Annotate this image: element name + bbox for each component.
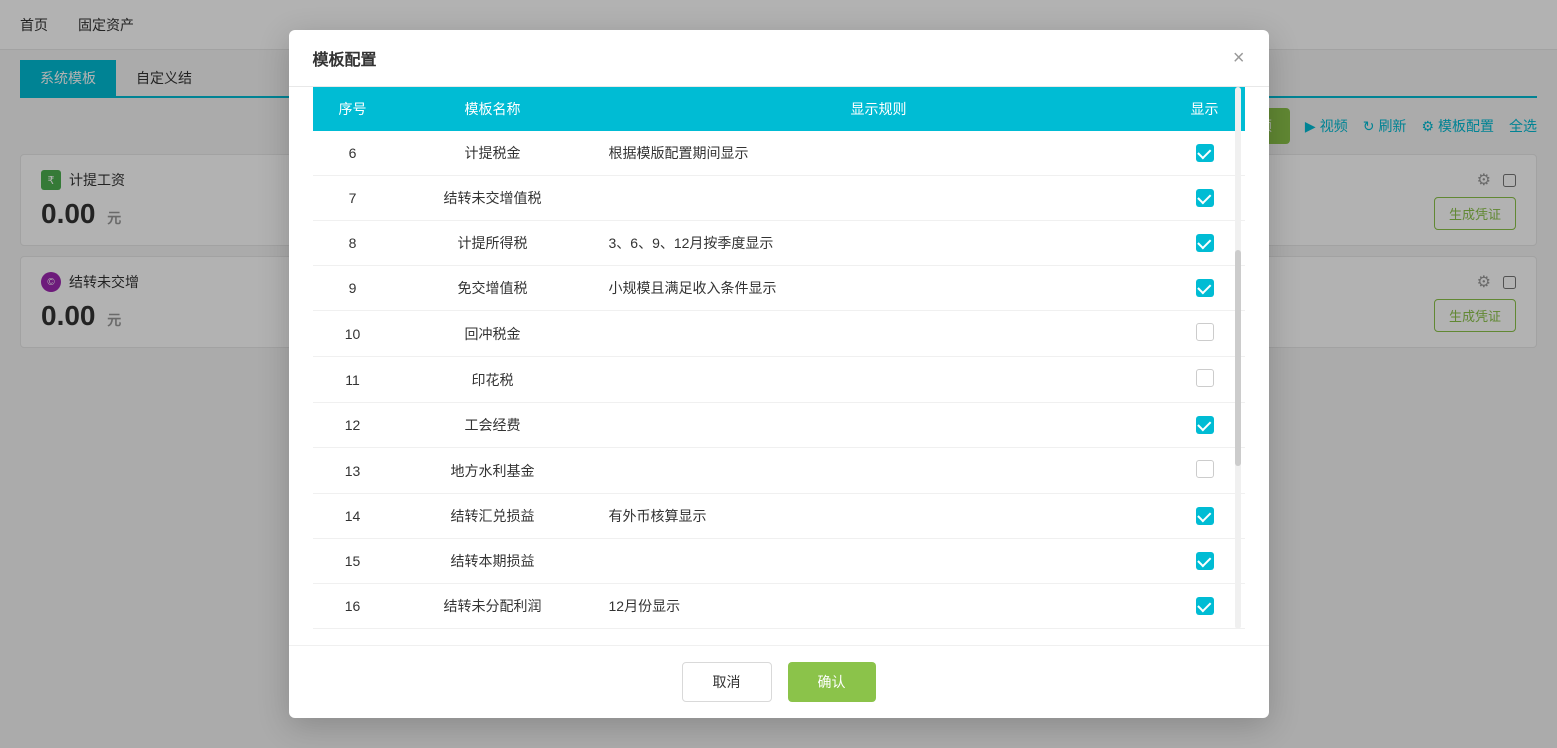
row-name: 回冲税金 [393,311,593,357]
modal-header: 模板配置 × [289,30,1269,87]
row-name: 地方水利基金 [393,448,593,494]
table-row: 15结转本期损益 [313,539,1245,584]
table-header: 序号 模板名称 显示规则 显示 [313,87,1245,131]
checkbox-checked-8[interactable] [1196,234,1214,252]
row-id: 11 [313,357,393,403]
row-name: 结转汇兑损益 [393,494,593,539]
table-row: 7结转未交增值税 [313,176,1245,221]
row-id: 7 [313,176,393,221]
row-id: 13 [313,448,393,494]
row-name: 结转未分配利润 [393,584,593,629]
row-name: 免交增值税 [393,266,593,311]
row-id: 14 [313,494,393,539]
table-body: 6计提税金根据模版配置期间显示7结转未交增值税8计提所得税3、6、9、12月按季… [313,131,1245,629]
row-rule: 根据模版配置期间显示 [593,131,1165,176]
table-row: 9免交增值税小规模且满足收入条件显示 [313,266,1245,311]
row-id: 12 [313,403,393,448]
row-checkbox-cell[interactable] [1165,311,1245,357]
modal-title: 模板配置 [313,46,377,70]
scrollbar-track[interactable] [1235,87,1241,629]
row-id: 10 [313,311,393,357]
row-name: 计提税金 [393,131,593,176]
col-id: 序号 [313,87,393,131]
row-checkbox-cell[interactable] [1165,357,1245,403]
table-row: 14结转汇兑损益有外币核算显示 [313,494,1245,539]
row-rule: 12月份显示 [593,584,1165,629]
row-rule [593,311,1165,357]
confirm-button[interactable]: 确认 [788,662,876,702]
row-rule [593,539,1165,584]
row-name: 结转本期损益 [393,539,593,584]
row-checkbox-cell[interactable] [1165,539,1245,584]
row-rule: 有外币核算显示 [593,494,1165,539]
checkbox-unchecked-10[interactable] [1196,323,1214,341]
cancel-button[interactable]: 取消 [682,662,772,702]
modal-body[interactable]: 序号 模板名称 显示规则 显示 6计提税金根据模版配置期间显示7结转未交增值税8… [289,87,1269,645]
row-id: 15 [313,539,393,584]
row-checkbox-cell[interactable] [1165,494,1245,539]
row-name: 工会经费 [393,403,593,448]
checkbox-checked-6[interactable] [1196,144,1214,162]
checkbox-checked-15[interactable] [1196,552,1214,570]
modal-template-config: 模板配置 × 序号 模板名称 显示规则 显示 6计提税金根据模版配置期间显示7结… [289,30,1269,718]
row-checkbox-cell[interactable] [1165,448,1245,494]
table-row: 6计提税金根据模版配置期间显示 [313,131,1245,176]
row-checkbox-cell[interactable] [1165,403,1245,448]
row-rule [593,403,1165,448]
row-name: 印花税 [393,357,593,403]
close-button[interactable]: × [1233,48,1245,68]
row-id: 6 [313,131,393,176]
checkbox-checked-14[interactable] [1196,507,1214,525]
scrollbar-thumb[interactable] [1235,250,1241,467]
row-id: 8 [313,221,393,266]
row-checkbox-cell[interactable] [1165,221,1245,266]
row-rule [593,357,1165,403]
row-name: 计提所得税 [393,221,593,266]
col-name: 模板名称 [393,87,593,131]
table-row: 8计提所得税3、6、9、12月按季度显示 [313,221,1245,266]
checkbox-checked-12[interactable] [1196,416,1214,434]
table-row: 13地方水利基金 [313,448,1245,494]
checkbox-unchecked-11[interactable] [1196,369,1214,387]
row-rule [593,176,1165,221]
col-rule: 显示规则 [593,87,1165,131]
row-id: 9 [313,266,393,311]
table-row: 16结转未分配利润12月份显示 [313,584,1245,629]
modal-overlay: 模板配置 × 序号 模板名称 显示规则 显示 6计提税金根据模版配置期间显示7结… [0,0,1557,748]
col-display: 显示 [1165,87,1245,131]
row-rule: 3、6、9、12月按季度显示 [593,221,1165,266]
table-row: 10回冲税金 [313,311,1245,357]
checkbox-unchecked-13[interactable] [1196,460,1214,478]
row-id: 16 [313,584,393,629]
config-table: 序号 模板名称 显示规则 显示 6计提税金根据模版配置期间显示7结转未交增值税8… [313,87,1245,629]
table-row: 11印花税 [313,357,1245,403]
row-rule: 小规模且满足收入条件显示 [593,266,1165,311]
table-row: 12工会经费 [313,403,1245,448]
modal-footer: 取消 确认 [289,645,1269,718]
modal-body-inner: 序号 模板名称 显示规则 显示 6计提税金根据模版配置期间显示7结转未交增值税8… [313,87,1245,629]
row-checkbox-cell[interactable] [1165,176,1245,221]
checkbox-checked-9[interactable] [1196,279,1214,297]
checkbox-checked-7[interactable] [1196,189,1214,207]
row-checkbox-cell[interactable] [1165,266,1245,311]
row-rule [593,448,1165,494]
row-checkbox-cell[interactable] [1165,131,1245,176]
checkbox-checked-16[interactable] [1196,597,1214,615]
row-checkbox-cell[interactable] [1165,584,1245,629]
row-name: 结转未交增值税 [393,176,593,221]
